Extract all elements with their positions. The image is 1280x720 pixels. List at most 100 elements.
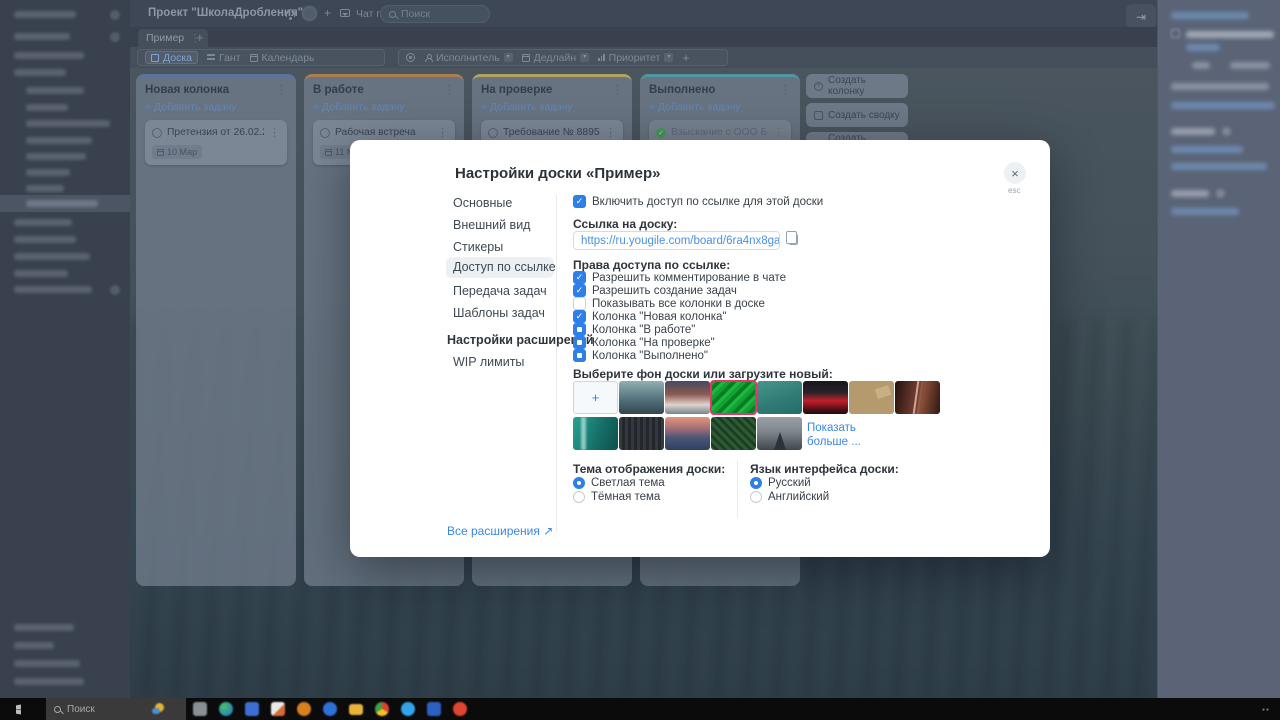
subboard-icon[interactable]: ⊞: [447, 102, 455, 113]
panel-tab[interactable]: [1192, 62, 1210, 69]
background-thumbnail[interactable]: [711, 417, 756, 450]
subboard-icon[interactable]: ⊞: [783, 102, 791, 113]
menu-item-task-transfer[interactable]: Передача задач: [453, 284, 547, 298]
background-thumbnail[interactable]: [665, 381, 710, 414]
filter-assignee[interactable]: Исполнитель ▾: [424, 52, 513, 64]
column-menu-icon[interactable]: ⋮: [444, 83, 455, 96]
column-title[interactable]: В работе: [313, 84, 364, 96]
sidebar-subitem[interactable]: [26, 87, 84, 94]
add-task-button[interactable]: + Добавить задачу: [481, 101, 572, 113]
bell-icon[interactable]: [286, 9, 295, 20]
taskbar-app-icon[interactable]: [427, 702, 441, 716]
menu-item-task-templates[interactable]: Шаблоны задач: [453, 306, 545, 320]
background-thumbnail[interactable]: [895, 381, 940, 414]
sidebar-footer-item[interactable]: [14, 660, 80, 667]
menu-item-link-access[interactable]: Доступ по ссылке: [453, 260, 556, 274]
background-thumbnail[interactable]: [757, 381, 802, 414]
sidebar-footer-item[interactable]: [14, 642, 54, 649]
avatar[interactable]: [302, 6, 317, 21]
sidebar-item[interactable]: [14, 236, 76, 243]
background-thumbnail-selected[interactable]: [710, 380, 757, 415]
view-board-button[interactable]: Доска: [145, 51, 198, 64]
card-menu-icon[interactable]: ⋮: [605, 126, 616, 139]
all-extensions-link[interactable]: Все расширения ↗: [447, 524, 553, 538]
sidebar-item[interactable]: [14, 286, 92, 293]
column-menu-icon[interactable]: ⋮: [612, 83, 623, 96]
radio-selected-icon[interactable]: [573, 477, 585, 489]
menu-item-general[interactable]: Основные: [453, 196, 512, 210]
sidebar-subitem[interactable]: [26, 120, 110, 127]
left-sidebar[interactable]: [0, 0, 130, 698]
task-done-icon[interactable]: ✓: [656, 127, 666, 138]
sidebar-item[interactable]: [14, 33, 70, 40]
theme-option-dark[interactable]: Тёмная тема: [573, 491, 660, 503]
view-calendar-button[interactable]: Календарь: [249, 52, 315, 64]
column-title[interactable]: Новая колонка: [145, 84, 229, 96]
background-thumbnail[interactable]: [757, 417, 802, 450]
card-menu-icon[interactable]: ⋮: [269, 126, 280, 139]
task-status-icon[interactable]: [152, 127, 162, 138]
taskbar-app-icon[interactable]: [453, 702, 467, 716]
create-column-button[interactable]: Создать колонку: [806, 74, 908, 98]
add-tab-button[interactable]: +: [196, 30, 204, 45]
radio-icon[interactable]: [573, 491, 585, 503]
sidebar-footer-item[interactable]: [14, 678, 84, 685]
sidebar-item[interactable]: [14, 11, 76, 18]
right-column-in-progress[interactable]: Колонка "В работе": [573, 323, 695, 336]
column-title[interactable]: Выполнено: [649, 84, 715, 96]
taskbar-tray-icon[interactable]: ●●: [1262, 707, 1272, 713]
background-thumbnail[interactable]: [849, 381, 894, 414]
board-link-input[interactable]: https://ru.yougile.com/board/6ra4nx8gayh…: [573, 231, 780, 250]
subboard-icon[interactable]: ⊞: [615, 102, 623, 113]
panel-link[interactable]: [1171, 102, 1275, 109]
close-icon[interactable]: ×: [1004, 162, 1026, 184]
copy-icon[interactable]: [786, 231, 798, 245]
column-menu-icon[interactable]: ⋮: [276, 83, 287, 96]
panel-link[interactable]: [1171, 146, 1243, 153]
search-input[interactable]: Поиск: [380, 5, 490, 23]
right-column-new[interactable]: ✓ Колонка "Новая колонка": [573, 310, 727, 323]
task-status-icon[interactable]: [488, 127, 498, 138]
card-menu-icon[interactable]: ⋮: [773, 126, 784, 139]
sidebar-subitem[interactable]: [26, 169, 70, 176]
right-show-all-columns[interactable]: Показывать все колонки в доске: [573, 297, 765, 310]
sidebar-subitem[interactable]: [26, 137, 92, 144]
project-title[interactable]: Проект "ШколаДробления": [148, 7, 303, 19]
sidebar-item-selected[interactable]: [0, 195, 130, 212]
add-task-button[interactable]: + Добавить задачу: [313, 101, 404, 113]
filter-priority[interactable]: Приоритет ▾: [598, 52, 674, 64]
sidebar-footer-item[interactable]: [14, 624, 74, 631]
subboard-icon[interactable]: ⊞: [279, 102, 287, 113]
panel-checkbox[interactable]: [1171, 29, 1180, 38]
create-summary-button[interactable]: Создать сводку: [806, 103, 908, 127]
menu-item-stickers[interactable]: Стикеры: [453, 240, 503, 254]
start-button-icon[interactable]: [16, 704, 21, 715]
background-thumbnail[interactable]: [619, 417, 664, 450]
taskbar-app-icon[interactable]: [219, 702, 233, 716]
taskbar-app-icon-browser[interactable]: [375, 702, 389, 716]
task-card[interactable]: Претензия от 26.02.2026 ⋮ 10 Мар: [145, 120, 287, 165]
right-allow-comments[interactable]: ✓ Разрешить комментирование в чате: [573, 271, 786, 284]
column-menu-icon[interactable]: ⋮: [780, 83, 791, 96]
add-filter-button[interactable]: +: [682, 51, 689, 65]
add-task-button[interactable]: + Добавить задачу: [649, 101, 740, 113]
taskbar-app-icon[interactable]: [245, 702, 259, 716]
sidebar-item[interactable]: [14, 52, 84, 59]
panel-link[interactable]: [1171, 163, 1267, 170]
language-option-russian[interactable]: Русский: [750, 477, 811, 489]
menu-item-appearance[interactable]: Внешний вид: [453, 218, 530, 232]
gear-icon[interactable]: [406, 53, 415, 62]
add-member-icon[interactable]: +: [324, 6, 331, 20]
upload-background-tile[interactable]: +: [573, 381, 618, 414]
menu-item-wip-limits[interactable]: WIP лимиты: [453, 355, 524, 369]
deadline-chip[interactable]: 10 Мар: [152, 145, 203, 159]
taskbar-app-icon[interactable]: [401, 702, 415, 716]
radio-selected-icon[interactable]: [750, 477, 762, 489]
background-thumbnail[interactable]: [573, 417, 618, 450]
taskbar-app-icon[interactable]: [297, 702, 311, 716]
language-option-english[interactable]: Английский: [750, 491, 829, 503]
sidebar-subitem[interactable]: [26, 185, 64, 192]
panel-toggle-button[interactable]: ⇥: [1126, 4, 1156, 29]
panel-link[interactable]: [1186, 44, 1220, 51]
card-menu-icon[interactable]: ⋮: [437, 126, 448, 139]
